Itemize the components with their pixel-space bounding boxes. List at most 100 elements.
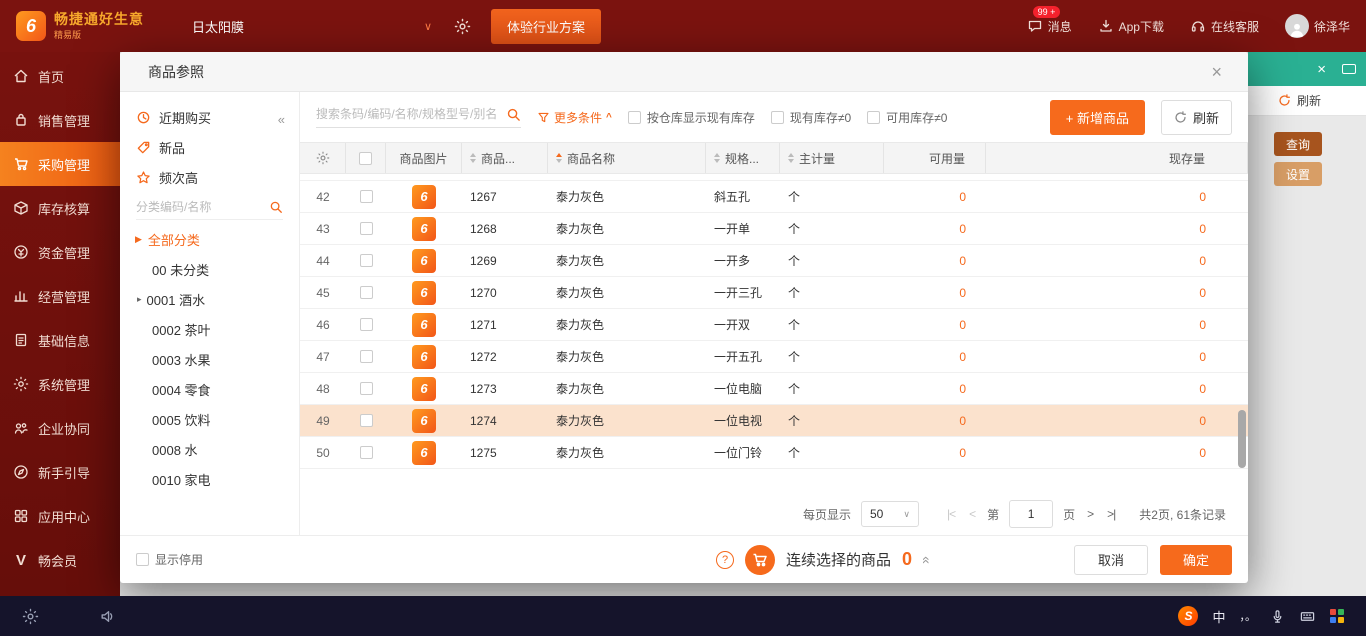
selected-products-label: 连续选择的商品 <box>786 552 892 569</box>
per-page-select[interactable]: 50 ∨ <box>860 501 919 527</box>
sidebar-item-guide[interactable]: 新手引导 <box>0 450 120 494</box>
quick-filter-frequent[interactable]: 频次高 <box>120 162 299 192</box>
add-product-button[interactable]: + 新增商品 <box>1049 99 1145 135</box>
tree-item-drinks[interactable]: 0005 饮料 <box>120 404 299 434</box>
row-checkbox[interactable] <box>359 446 373 459</box>
column-available[interactable]: 可用量 <box>884 143 986 173</box>
column-settings[interactable] <box>300 143 346 173</box>
taskbar-gear-icon[interactable] <box>22 608 39 625</box>
microphone-icon[interactable] <box>1270 609 1285 624</box>
messages-button[interactable]: 99 + 消息 <box>1027 5 1072 35</box>
tree-item-water[interactable]: 0008 水 <box>120 434 299 464</box>
filter-warehouse-stock[interactable]: 按仓库显示现有库存 <box>627 109 755 126</box>
tree-item-snacks[interactable]: 0004 零食 <box>120 374 299 404</box>
quick-filter-new[interactable]: 新品 <box>120 132 299 162</box>
sidebar-item-funds[interactable]: 资金管理 <box>0 230 120 274</box>
filter-onhand-nonzero[interactable]: 现有库存≠0 <box>770 109 851 126</box>
last-page-button[interactable]: >| <box>1105 507 1117 521</box>
tree-item-tea[interactable]: 0002 茶叶 <box>120 314 299 344</box>
tree-item-appliances[interactable]: 0010 家电 <box>120 464 299 494</box>
table-row[interactable]: 47 6 1272 泰力灰色 一开五孔 个 0 0 <box>300 341 1248 373</box>
sidebar-item-business[interactable]: 经营管理 <box>0 274 120 318</box>
ime-logo[interactable]: S <box>1178 606 1199 626</box>
sidebar-item-app-center[interactable]: 应用中心 <box>0 494 120 538</box>
category-search-input[interactable] <box>136 200 269 214</box>
table-row[interactable]: 50 6 1275 泰力灰色 一位门铃 个 0 0 <box>300 437 1248 469</box>
gear-icon <box>316 151 329 165</box>
column-spec[interactable]: 规格... <box>706 143 780 173</box>
confirm-button[interactable]: 确定 <box>1160 544 1232 575</box>
column-name[interactable]: 商品名称 <box>548 143 706 173</box>
prev-page-button[interactable]: < <box>967 507 977 521</box>
tree-all-categories[interactable]: ▶ 全部分类 <box>120 224 299 254</box>
table-row[interactable]: 48 6 1273 泰力灰色 一位电脑 个 0 0 <box>300 373 1248 405</box>
tree-item-uncategorized[interactable]: 00 未分类 <box>120 254 299 284</box>
collapse-selection-icon[interactable]: « <box>919 556 935 564</box>
row-checkbox[interactable] <box>359 286 373 299</box>
sort-icon <box>714 153 720 163</box>
ime-punctuation-toggle[interactable]: ，。 <box>1240 608 1257 624</box>
row-checkbox[interactable] <box>359 350 373 363</box>
refresh-button[interactable]: 刷新 <box>1160 99 1232 135</box>
quick-filter-recent[interactable]: 近期购买 <box>120 102 299 132</box>
close-icon[interactable]: × <box>1211 63 1222 81</box>
next-page-button[interactable]: > <box>1085 507 1095 521</box>
keyboard-icon[interactable] <box>1299 609 1316 624</box>
sidebar-item-purchase[interactable]: 采购管理 <box>0 142 120 186</box>
stock-qty: 0 <box>1199 445 1206 460</box>
sidebar-item-home[interactable]: 首页 <box>0 54 120 98</box>
user-menu[interactable]: 徐泽华 <box>1284 14 1350 38</box>
column-code[interactable]: 商品... <box>462 143 548 173</box>
column-unit[interactable]: 主计量 <box>780 143 884 173</box>
ime-language-toggle[interactable]: 中 <box>1212 607 1225 626</box>
sidebar-item-system[interactable]: 系统管理 <box>0 362 120 406</box>
collapse-panel-icon[interactable]: « <box>278 112 285 127</box>
ime-toolbox-icon[interactable] <box>1330 609 1344 623</box>
online-support-button[interactable]: 在线客服 <box>1190 18 1259 35</box>
product-spec: 一开单 <box>714 222 751 236</box>
table-row[interactable]: 44 6 1269 泰力灰色 一开多 个 0 0 <box>300 245 1248 277</box>
table-row[interactable]: 43 6 1268 泰力灰色 一开单 个 0 0 <box>300 213 1248 245</box>
select-all-checkbox[interactable] <box>359 151 372 165</box>
row-checkbox[interactable] <box>359 318 373 331</box>
show-disabled-checkbox[interactable]: 显示停用 <box>136 551 203 568</box>
first-page-button[interactable]: |< <box>945 507 957 521</box>
tree-item-liquor[interactable]: ▸ 0001 酒水 <box>120 284 299 314</box>
tree-item-fruit[interactable]: 0003 水果 <box>120 344 299 374</box>
table-row-selected[interactable]: 49 6 1274 泰力灰色 一位电视 个 0 0 <box>300 405 1248 437</box>
available-qty: 0 <box>959 285 966 300</box>
page-number-input[interactable] <box>1009 500 1054 528</box>
sidebar-item-basic-info[interactable]: 基础信息 <box>0 318 120 362</box>
product-search-input[interactable] <box>316 107 500 121</box>
row-checkbox[interactable] <box>359 222 373 235</box>
table-row[interactable]: 45 6 1270 泰力灰色 一开三孔 个 0 0 <box>300 277 1248 309</box>
filter-available-nonzero[interactable]: 可用库存≠0 <box>867 109 947 126</box>
sidebar-item-member[interactable]: V 畅会员 <box>0 538 120 582</box>
sidebar-item-sales[interactable]: 销售管理 <box>0 98 120 142</box>
row-checkbox[interactable] <box>359 414 373 427</box>
account-selector[interactable]: 日太阳膜 ∨ <box>192 17 432 36</box>
settings-gear-icon[interactable] <box>454 18 471 35</box>
app-download-button[interactable]: App下载 <box>1098 18 1164 35</box>
sidebar-item-inventory[interactable]: 库存核算 <box>0 186 120 230</box>
table-row[interactable]: 42 6 1267 泰力灰色 斜五孔 个 0 0 <box>300 181 1248 213</box>
background-refresh-label[interactable]: 刷新 <box>1297 92 1321 109</box>
query-button[interactable]: 查询 <box>1274 132 1322 156</box>
more-filters-toggle[interactable]: 更多条件 ^ <box>537 109 612 126</box>
row-checkbox[interactable] <box>359 254 373 267</box>
row-checkbox[interactable] <box>359 190 373 203</box>
page-suffix: 页 <box>1063 507 1076 522</box>
scrollbar-thumb[interactable] <box>1238 410 1246 468</box>
table-row[interactable]: 46 6 1271 泰力灰色 一开双 个 0 0 <box>300 309 1248 341</box>
help-icon[interactable]: ? <box>716 550 734 569</box>
sidebar-item-collaboration[interactable]: 企业协同 <box>0 406 120 450</box>
cancel-button[interactable]: 取消 <box>1074 544 1148 575</box>
row-checkbox[interactable] <box>359 382 373 395</box>
trial-plan-button[interactable]: 体验行业方案 <box>491 8 602 44</box>
column-stock[interactable]: 现存量 <box>986 143 1248 173</box>
speaker-icon[interactable] <box>99 608 116 625</box>
topbar: 6 畅捷通好生意 精易版 日太阳膜 ∨ 体验行业方案 99 + 消息 App下载 <box>0 0 1366 52</box>
monitor-icon[interactable] <box>1342 64 1356 74</box>
close-tab-icon[interactable]: × <box>1317 61 1326 78</box>
settings-button[interactable]: 设置 <box>1274 162 1322 186</box>
